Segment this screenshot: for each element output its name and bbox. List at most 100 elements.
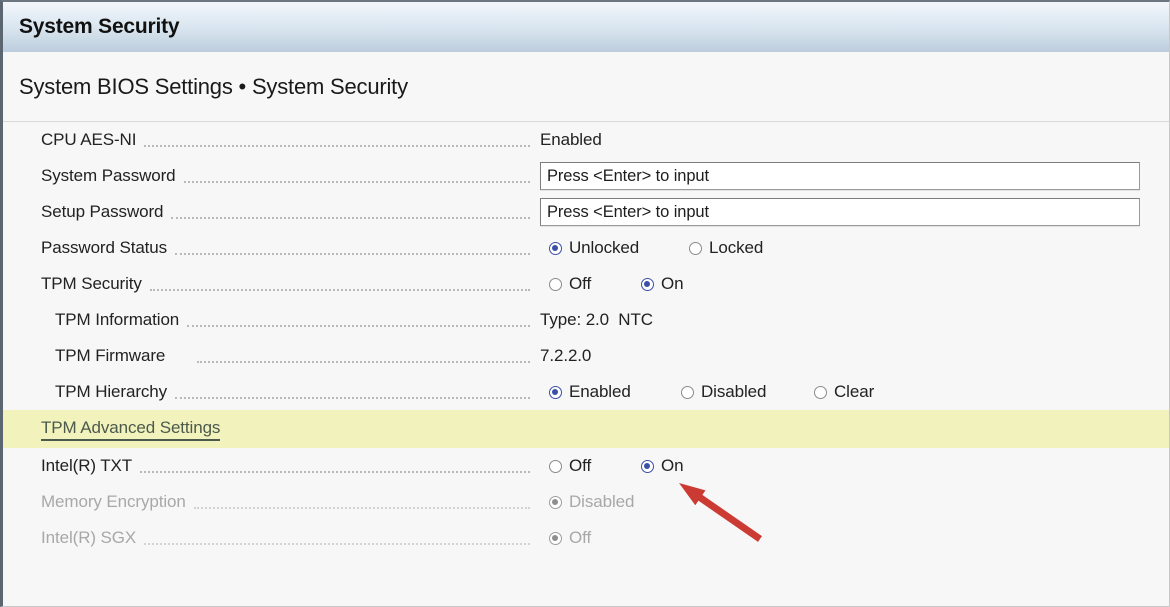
row-value: 7.2.2.0 <box>540 346 592 365</box>
dotted-leader <box>144 532 530 545</box>
radio-option[interactable]: Disabled <box>681 382 766 402</box>
radio-option[interactable]: On <box>641 274 684 294</box>
row-label: TPM Firmware <box>55 346 166 365</box>
radio-label: On <box>661 456 684 475</box>
breadcrumb: System BIOS Settings • System Security <box>3 52 1169 122</box>
radio-selected-icon[interactable] <box>641 277 654 291</box>
row-value-cell: Off <box>540 520 1169 556</box>
radio-label: Disabled <box>569 492 635 511</box>
row-label-cell: TPM Advanced Settings <box>3 418 540 441</box>
row-label-cell: Intel(R) TXT <box>3 456 540 476</box>
tpm-advanced-settings-link[interactable]: TPM Advanced Settings <box>41 418 220 441</box>
dotted-leader <box>140 460 530 473</box>
row-value-cell: 7.2.2.0 <box>540 338 1169 374</box>
row-label: CPU AES-NI <box>41 130 137 149</box>
window-title: System Security <box>19 15 180 38</box>
radio-label: Off <box>569 456 592 475</box>
radio-label: Off <box>569 528 592 547</box>
settings-row[interactable]: Memory Encryption Disabled <box>3 484 1169 520</box>
settings-row[interactable]: Intel(R) SGX Off <box>3 520 1169 556</box>
radio-label: Clear <box>834 382 875 401</box>
dotted-leader <box>171 206 530 219</box>
window-titlebar: System Security <box>3 2 1169 53</box>
row-label-cell: Intel(R) SGX <box>3 528 540 548</box>
row-label: TPM Hierarchy <box>55 382 168 401</box>
radio-selected-icon[interactable] <box>549 241 562 255</box>
radio-label: Unlocked <box>569 238 640 257</box>
radio-option[interactable]: Unlocked <box>549 238 639 258</box>
radio-unselected-icon[interactable] <box>549 459 562 473</box>
radio-unselected-icon[interactable] <box>549 277 562 291</box>
settings-row: TPM Information Type: 2.0 NTC <box>3 302 1169 338</box>
dotted-leader <box>197 350 530 363</box>
settings-row[interactable]: TPM Security Off On <box>3 266 1169 302</box>
row-label-cell: System Password <box>3 166 540 186</box>
row-value-cell: Disabled <box>540 484 1169 520</box>
radio-option[interactable]: Off <box>549 274 591 294</box>
row-label: System Password <box>41 166 176 185</box>
radio-label: Disabled <box>701 382 767 401</box>
row-value-cell: Unlocked Locked <box>540 230 1169 266</box>
radio-option[interactable]: Off <box>549 528 591 548</box>
radio-label: Locked <box>709 238 764 257</box>
password-input[interactable]: Press <Enter> to input <box>540 198 1140 226</box>
dotted-leader <box>183 170 530 183</box>
radio-option[interactable]: On <box>641 456 684 476</box>
dotted-leader <box>193 496 530 509</box>
row-label-cell: TPM Firmware <box>3 346 540 366</box>
settings-row[interactable]: Password Status Unlocked Locked <box>3 230 1169 266</box>
radio-selected-icon[interactable] <box>549 531 562 545</box>
row-label: Intel(R) SGX <box>41 528 137 547</box>
row-label: TPM Security <box>41 274 142 293</box>
row-value-cell: Press <Enter> to input <box>540 194 1169 230</box>
row-label: Password Status <box>41 238 168 257</box>
row-value-cell: Type: 2.0 NTC <box>540 302 1169 338</box>
row-label: Memory Encryption <box>41 492 186 511</box>
settings-row[interactable]: TPM Advanced Settings <box>3 410 1169 448</box>
radio-option[interactable]: Locked <box>689 238 763 258</box>
row-value-cell: Enabled Disabled Clear <box>540 374 1169 410</box>
radio-selected-icon[interactable] <box>549 385 562 399</box>
settings-row[interactable]: System Password Press <Enter> to input <box>3 158 1169 194</box>
radio-label: Enabled <box>569 382 631 401</box>
radio-option[interactable]: Disabled <box>549 492 634 512</box>
settings-row[interactable]: Intel(R) TXT Off On <box>3 448 1169 484</box>
dotted-leader <box>175 242 530 255</box>
row-label-cell: Setup Password <box>3 202 540 222</box>
password-input[interactable]: Press <Enter> to input <box>540 162 1140 190</box>
row-value: Enabled <box>540 130 602 149</box>
row-label-cell: TPM Information <box>3 310 540 330</box>
radio-label: On <box>661 274 684 293</box>
row-label-cell: Password Status <box>3 238 540 258</box>
radio-option[interactable]: Clear <box>814 382 874 402</box>
row-label-cell: Memory Encryption <box>3 492 540 512</box>
bios-setup-screen: System Security System BIOS Settings • S… <box>0 0 1170 607</box>
dotted-leader <box>175 386 530 399</box>
row-label: TPM Information <box>55 310 180 329</box>
settings-list: CPU AES-NI Enabled System Password Press <E… <box>3 122 1169 606</box>
radio-label: Off <box>569 274 592 293</box>
settings-row: TPM Firmware 7.2.2.0 <box>3 338 1169 374</box>
settings-row[interactable]: Setup Password Press <Enter> to input <box>3 194 1169 230</box>
row-value: Type: 2.0 NTC <box>540 310 653 329</box>
settings-row: CPU AES-NI Enabled <box>3 122 1169 158</box>
dotted-leader <box>149 278 530 291</box>
dotted-leader <box>187 314 530 327</box>
row-label-cell: TPM Security <box>3 274 540 294</box>
radio-selected-icon[interactable] <box>641 459 654 473</box>
radio-selected-icon[interactable] <box>549 495 562 509</box>
row-label-cell: CPU AES-NI <box>3 130 540 150</box>
radio-unselected-icon[interactable] <box>681 385 694 399</box>
row-value-cell: Off On <box>540 448 1169 484</box>
row-value-cell: Press <Enter> to input <box>540 158 1169 194</box>
radio-unselected-icon[interactable] <box>814 385 827 399</box>
row-value-cell: Off On <box>540 266 1169 302</box>
dotted-leader <box>144 134 530 147</box>
row-label: Setup Password <box>41 202 164 221</box>
settings-row[interactable]: TPM Hierarchy Enabled Disabled Clear <box>3 374 1169 410</box>
radio-unselected-icon[interactable] <box>689 241 702 255</box>
radio-option[interactable]: Enabled <box>549 382 631 402</box>
breadcrumb-text: System BIOS Settings • System Security <box>19 73 408 99</box>
radio-option[interactable]: Off <box>549 456 591 476</box>
row-label-cell: TPM Hierarchy <box>3 382 540 402</box>
